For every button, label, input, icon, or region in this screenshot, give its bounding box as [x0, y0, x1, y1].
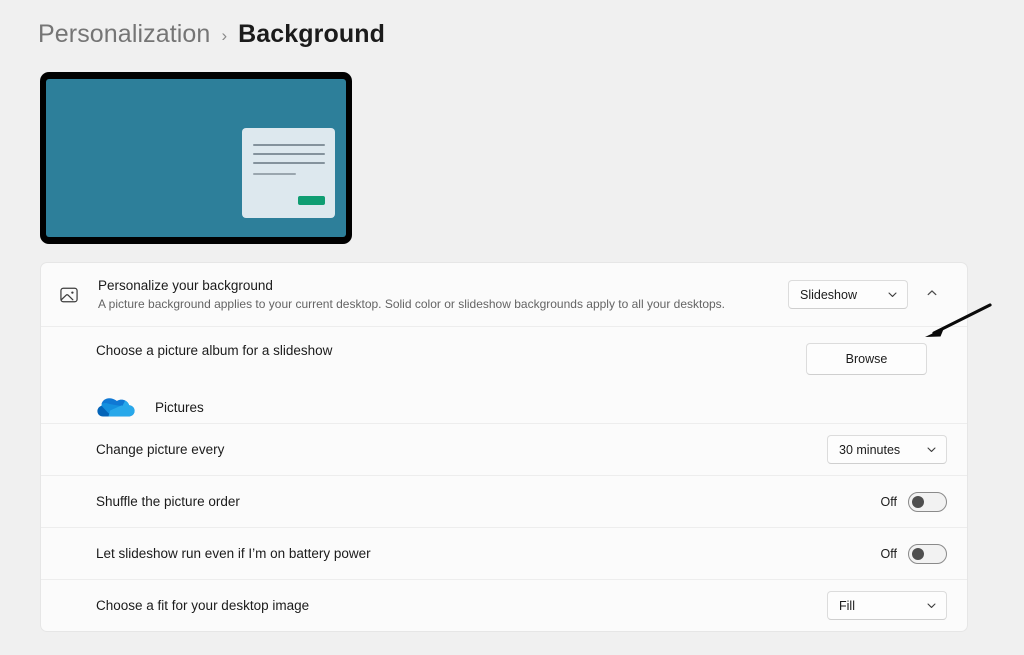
chevron-right-icon: ›: [221, 26, 227, 46]
picture-icon: [57, 283, 81, 307]
expander-collapse-button[interactable]: [917, 281, 947, 309]
chevron-down-icon: [926, 600, 937, 611]
shuffle-toggle-group: Off: [881, 492, 947, 512]
toggle-knob: [912, 496, 924, 508]
background-settings-card: Personalize your background A picture ba…: [40, 262, 968, 632]
choose-fit-label: Choose a fit for your desktop image: [96, 598, 827, 613]
chevron-down-icon: [887, 289, 898, 300]
slideshow-on-battery-row: Let slideshow run even if I’m on battery…: [41, 527, 967, 579]
background-type-value: Slideshow: [800, 288, 857, 302]
personalize-background-text: Personalize your background A picture ba…: [98, 277, 788, 312]
choose-album-label: Choose a picture album for a slideshow: [96, 343, 806, 358]
background-type-dropdown[interactable]: Slideshow: [788, 280, 908, 309]
desktop-preview-screen: [46, 79, 346, 237]
onedrive-cloud-icon: [97, 394, 135, 420]
change-picture-interval-value: 30 minutes: [839, 443, 900, 457]
shuffle-picture-order-row: Shuffle the picture order Off: [41, 475, 967, 527]
personalize-background-row: Personalize your background A picture ba…: [41, 263, 967, 326]
change-picture-every-label: Change picture every: [96, 442, 827, 457]
toggle-knob: [912, 548, 924, 560]
change-picture-interval-dropdown[interactable]: 30 minutes: [827, 435, 947, 464]
chevron-up-icon: [926, 286, 938, 304]
desktop-image-fit-value: Fill: [839, 599, 855, 613]
preview-dialog-text-line: [253, 162, 325, 164]
shuffle-picture-order-toggle[interactable]: [908, 492, 947, 512]
personalize-background-description: A picture background applies to your cur…: [98, 296, 788, 312]
desktop-image-fit-dropdown[interactable]: Fill: [827, 591, 947, 620]
choose-fit-row: Choose a fit for your desktop image Fill: [41, 579, 967, 631]
breadcrumb-parent-link[interactable]: Personalization: [38, 20, 210, 49]
personalize-background-title: Personalize your background: [98, 277, 788, 295]
preview-dialog-window: [242, 128, 335, 218]
battery-toggle-group: Off: [881, 544, 947, 564]
slideshow-on-battery-toggle[interactable]: [908, 544, 947, 564]
preview-dialog-text-line: [253, 173, 296, 175]
slideshow-on-battery-label: Let slideshow run even if I’m on battery…: [96, 546, 881, 561]
shuffle-picture-order-label: Shuffle the picture order: [96, 494, 881, 509]
selected-album-item[interactable]: Pictures: [97, 394, 947, 420]
preview-dialog-text-line: [253, 153, 325, 155]
browse-button[interactable]: Browse: [806, 343, 927, 375]
chevron-down-icon: [926, 444, 937, 455]
breadcrumb: Personalization › Background: [38, 20, 385, 49]
page-title: Background: [238, 20, 385, 49]
desktop-preview-frame: [40, 72, 352, 244]
choose-album-row: Choose a picture album for a slideshow B…: [41, 326, 967, 423]
battery-toggle-state: Off: [881, 547, 897, 561]
preview-dialog-text-line: [253, 144, 325, 146]
change-picture-every-row: Change picture every 30 minutes: [41, 423, 967, 475]
preview-dialog-accent-button: [298, 196, 325, 205]
album-name-label: Pictures: [155, 400, 204, 415]
shuffle-toggle-state: Off: [881, 495, 897, 509]
